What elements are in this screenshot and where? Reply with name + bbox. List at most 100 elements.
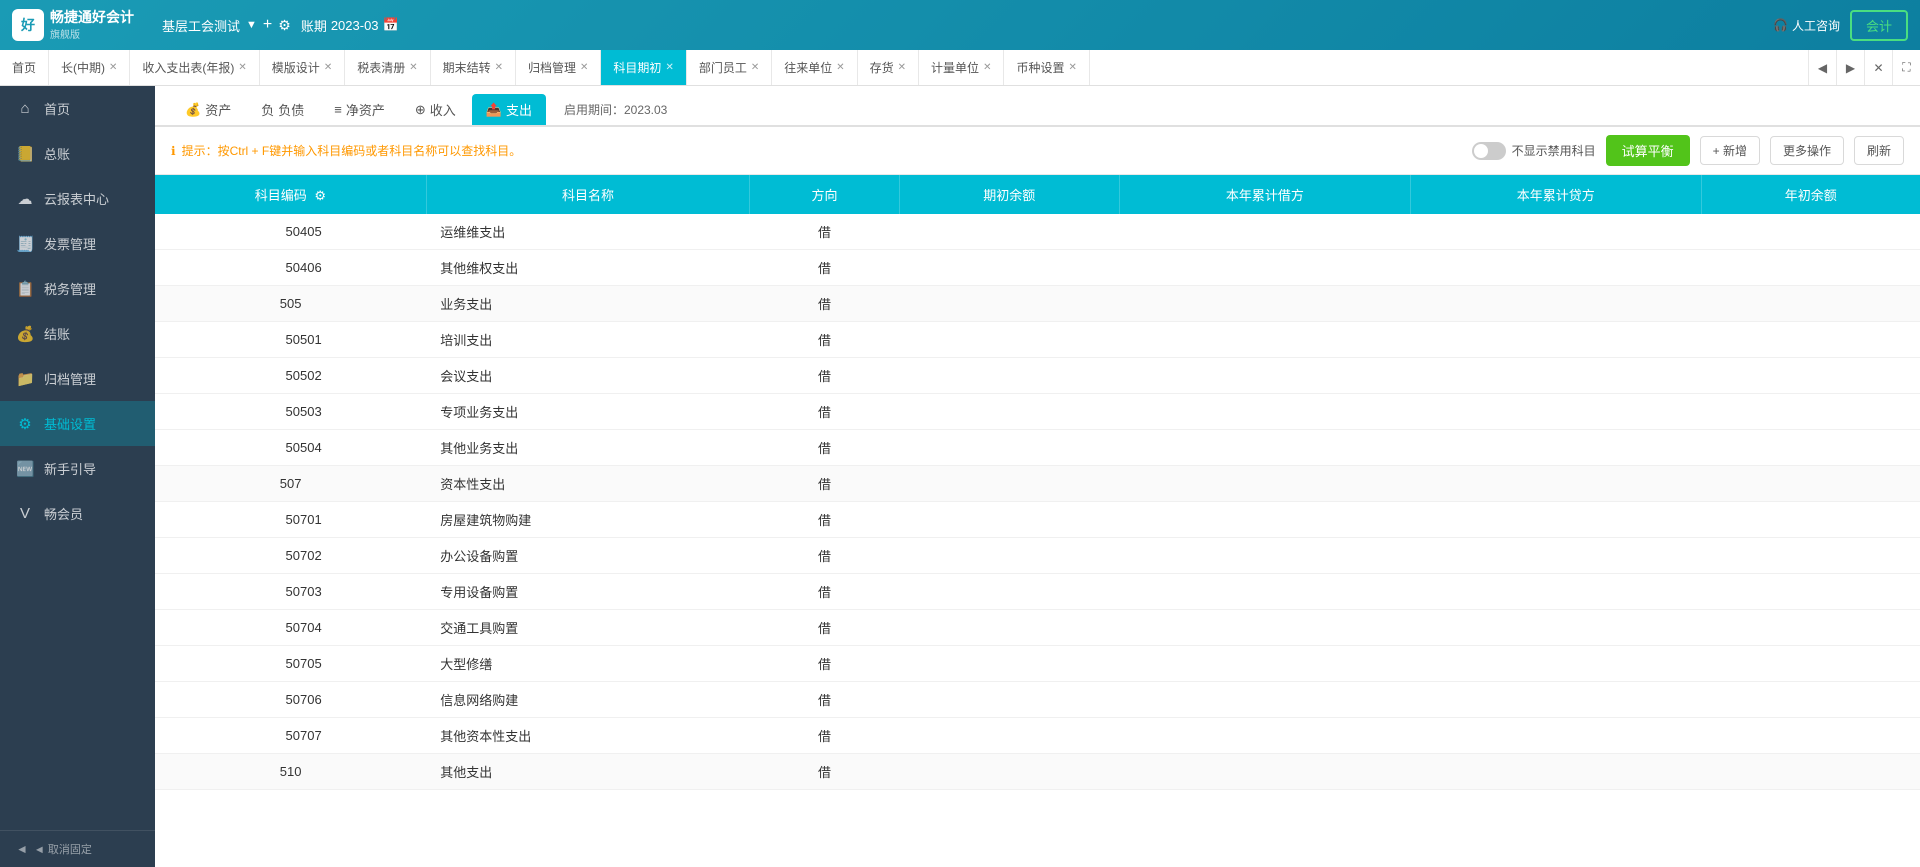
table-row: 50701 房屋建筑物购建 借	[155, 502, 1920, 538]
toggle-disabled-switch[interactable]: 不显示禁用科目	[1472, 142, 1596, 160]
cell-name: 办公设备购置	[426, 538, 749, 574]
account-button[interactable]: 会计	[1850, 10, 1908, 41]
sidebar-label-home: 首页	[44, 99, 70, 118]
cell-ytd-debit	[1119, 322, 1410, 358]
tab-close-icon[interactable]: ✕	[324, 62, 332, 73]
tab-close-icon[interactable]: ✕	[665, 62, 673, 73]
cell-ytd-credit	[1410, 754, 1701, 790]
cell-direction: 借	[750, 502, 900, 538]
cell-year-open	[1701, 430, 1920, 466]
cell-direction: 借	[750, 214, 900, 250]
sidebar-item-tax[interactable]: 📋 税务管理	[0, 266, 155, 311]
member-icon: V	[16, 505, 34, 522]
add-icon[interactable]: +	[263, 16, 272, 34]
tab-close-icon[interactable]: ✕	[751, 62, 759, 73]
tab-tax-list[interactable]: 税表清册 ✕	[345, 50, 430, 85]
tab-close-icon[interactable]: ✕	[580, 62, 588, 73]
table-row: 50704 交通工具购置 借	[155, 610, 1920, 646]
sidebar-item-guide[interactable]: 🆕 新手引导	[0, 446, 155, 491]
tab-close-icon[interactable]: ✕	[983, 62, 991, 73]
tab-close-icon[interactable]: ✕	[898, 62, 906, 73]
period-label: 账期	[301, 16, 327, 35]
cell-ytd-debit	[1119, 466, 1410, 502]
cell-opening	[899, 250, 1119, 286]
sidebar-label-ledger: 总账	[44, 144, 70, 163]
sidebar-collapse-button[interactable]: ◄ ◄ 取消固定	[0, 830, 155, 867]
cell-name: 其他维权支出	[426, 250, 749, 286]
cell-year-open	[1701, 502, 1920, 538]
tab-unit[interactable]: 计量单位 ✕	[919, 50, 1004, 85]
tab-close-icon[interactable]: ✕	[238, 62, 246, 73]
tab-mid-period[interactable]: 长(中期) ✕	[49, 50, 130, 85]
cell-direction: 借	[750, 358, 900, 394]
cell-year-open	[1701, 610, 1920, 646]
cell-code: 50707	[155, 718, 426, 754]
sidebar-label-reports: 云报表中心	[44, 189, 109, 208]
table-row: 50707 其他资本性支出 借	[155, 718, 1920, 754]
col-settings-icon[interactable]: ⚙	[314, 188, 326, 203]
tab-subject-init[interactable]: 科目期初 ✕	[601, 50, 686, 85]
tab-prev-button[interactable]: ◀	[1808, 50, 1836, 86]
tab-home[interactable]: 首页	[0, 50, 49, 85]
sidebar-label-member: 畅会员	[44, 504, 83, 523]
sidebar-item-archive[interactable]: 📁 归档管理	[0, 356, 155, 401]
subtab-asset[interactable]: 💰 资产	[171, 94, 245, 125]
subtab-income[interactable]: ⊕ 收入	[401, 94, 470, 125]
cell-code: 50405	[155, 214, 426, 250]
calendar-icon[interactable]: 📅	[383, 17, 399, 33]
tab-dept-staff[interactable]: 部门员工 ✕	[687, 50, 772, 85]
balance-button[interactable]: 试算平衡	[1606, 135, 1690, 166]
sidebar-item-member[interactable]: V 畅会员	[0, 491, 155, 536]
cell-year-open	[1701, 718, 1920, 754]
cell-opening	[899, 502, 1119, 538]
tab-income-annual[interactable]: 收入支出表(年报) ✕	[130, 50, 259, 85]
tab-currency[interactable]: 币种设置 ✕	[1004, 50, 1089, 85]
sidebar-item-home[interactable]: ⌂ 首页	[0, 86, 155, 131]
tab-close-all-button[interactable]: ✕	[1864, 50, 1892, 86]
tab-partners[interactable]: 往来单位 ✕	[772, 50, 857, 85]
income-icon: ⊕	[415, 102, 426, 118]
tab-close-icon[interactable]: ✕	[109, 62, 117, 73]
tab-close-icon[interactable]: ✕	[495, 62, 503, 73]
sidebar-item-ledger[interactable]: 📒 总账	[0, 131, 155, 176]
col-direction: 方向	[750, 175, 900, 214]
tab-close-icon[interactable]: ✕	[409, 62, 417, 73]
tab-template[interactable]: 模版设计 ✕	[260, 50, 345, 85]
tab-archive[interactable]: 归档管理 ✕	[516, 50, 601, 85]
sidebar-item-settle[interactable]: 💰 结账	[0, 311, 155, 356]
sidebar-label-invoice: 发票管理	[44, 234, 96, 253]
col-name: 科目名称	[426, 175, 749, 214]
cell-year-open	[1701, 214, 1920, 250]
cell-ytd-debit	[1119, 430, 1410, 466]
cell-name: 业务支出	[426, 286, 749, 322]
cell-direction: 借	[750, 610, 900, 646]
logo-icon: 好	[12, 9, 44, 41]
table-row: 50702 办公设备购置 借	[155, 538, 1920, 574]
add-button[interactable]: + 新增	[1700, 136, 1760, 165]
toggle-control[interactable]	[1472, 142, 1506, 160]
tab-close-icon[interactable]: ✕	[1068, 62, 1076, 73]
sidebar-item-settings[interactable]: ⚙ 基础设置	[0, 401, 155, 446]
cell-name: 其他业务支出	[426, 430, 749, 466]
tab-period-end[interactable]: 期末结转 ✕	[431, 50, 516, 85]
subtab-expense[interactable]: 📤 支出	[472, 94, 546, 125]
tab-next-button[interactable]: ▶	[1836, 50, 1864, 86]
sidebar-item-invoice[interactable]: 🧾 发票管理	[0, 221, 155, 266]
table-row: 50503 专项业务支出 借	[155, 394, 1920, 430]
cell-opening	[899, 538, 1119, 574]
settings-icon[interactable]: ⚙	[278, 17, 291, 34]
refresh-button[interactable]: 刷新	[1854, 136, 1904, 165]
company-area[interactable]: 基层工会测试 ▼ + ⚙	[162, 16, 291, 35]
tab-inventory[interactable]: 存货 ✕	[858, 50, 919, 85]
dropdown-icon[interactable]: ▼	[246, 19, 257, 31]
subtab-liability[interactable]: 负 负债	[247, 94, 318, 125]
sidebar-item-reports[interactable]: ☁ 云报表中心	[0, 176, 155, 221]
consulting-button[interactable]: 🎧 人工咨询	[1773, 17, 1840, 34]
tab-expand-button[interactable]: ⛶	[1892, 50, 1920, 86]
cell-name: 资本性支出	[426, 466, 749, 502]
cloud-icon: ☁	[16, 190, 34, 208]
more-button[interactable]: 更多操作	[1770, 136, 1844, 165]
cell-ytd-credit	[1410, 466, 1701, 502]
subtab-equity[interactable]: ≡ 净资产	[320, 94, 399, 125]
tab-close-icon[interactable]: ✕	[836, 62, 844, 73]
